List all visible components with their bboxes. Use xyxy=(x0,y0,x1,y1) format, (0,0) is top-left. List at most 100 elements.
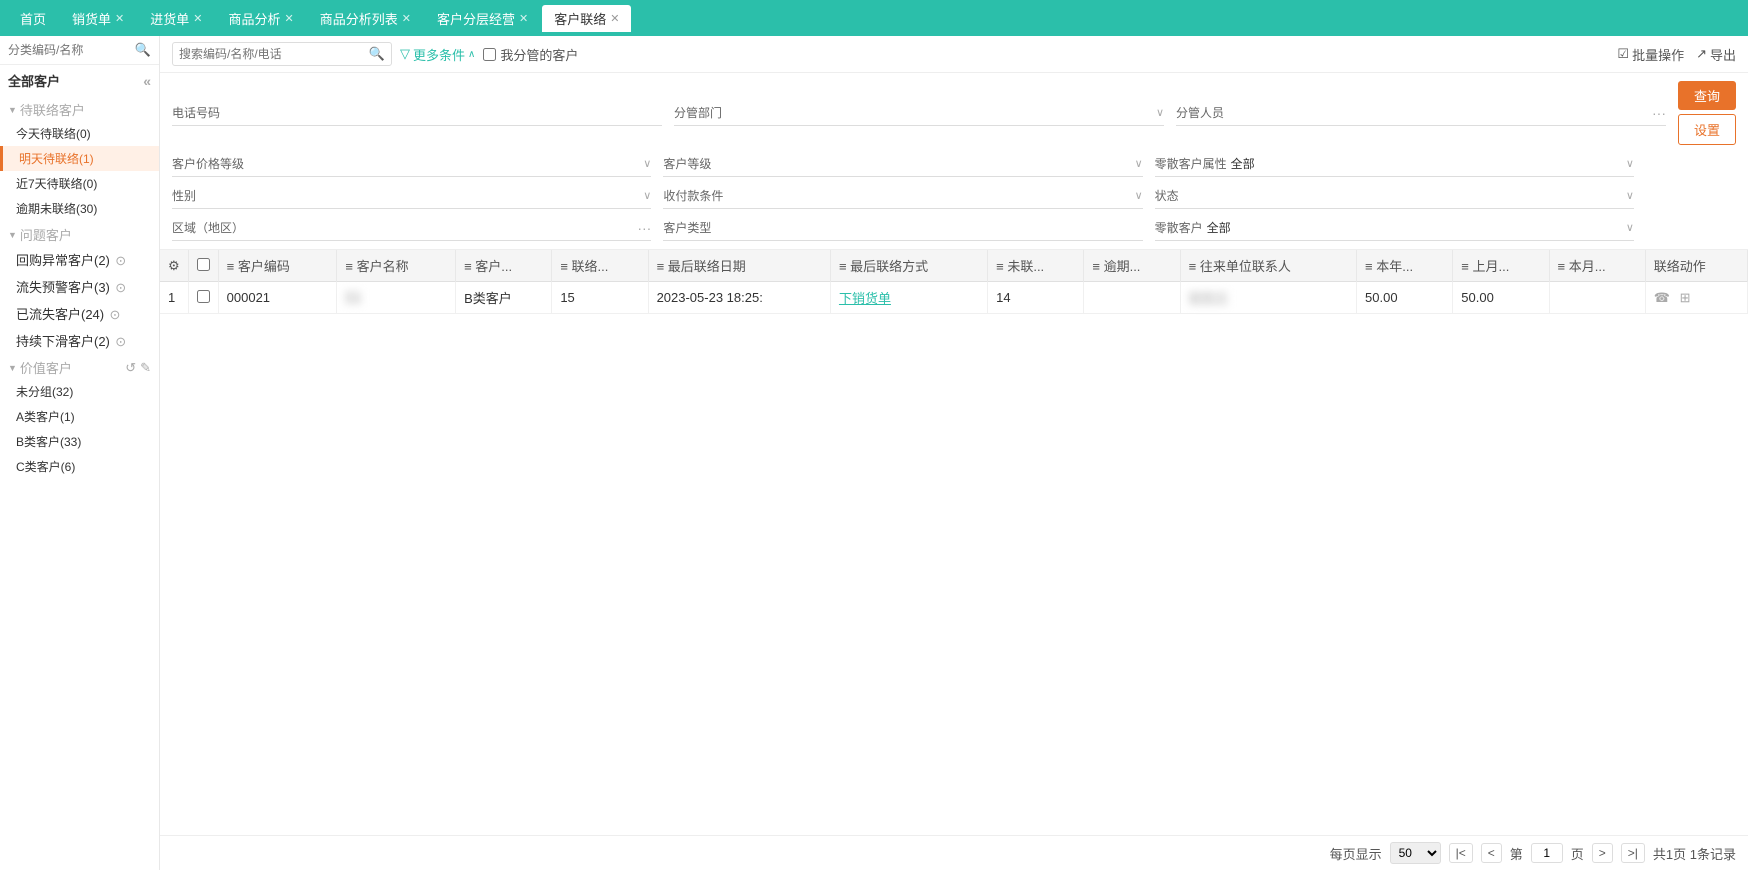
settings-button[interactable]: 设置 xyxy=(1678,114,1736,145)
td-this-month xyxy=(1549,282,1645,314)
select-all-checkbox[interactable] xyxy=(197,258,210,271)
nav-home[interactable]: 首页 xyxy=(8,5,58,32)
td-name: Ea xyxy=(337,282,456,314)
content-area: 🔍 ▽ 更多条件 ∧ 我分管的客户 ☑ 批量操作 ↗ 导出 xyxy=(160,36,1748,870)
sidebar-search-icon[interactable]: 🔍 xyxy=(135,42,151,58)
filter-row-4: 区域（地区） ··· 客户类型 零散客户 全部 ∨ xyxy=(172,215,1736,241)
next-page-btn[interactable]: > xyxy=(1592,843,1613,863)
sidebar-item-repurchase-abnormal[interactable]: 回购异常客户(2) ⊙ xyxy=(0,246,159,273)
search-bar: 🔍 ▽ 更多条件 ∧ 我分管的客户 ☑ 批量操作 ↗ 导出 xyxy=(160,36,1748,73)
close-sales-icon[interactable]: ✕ xyxy=(115,12,124,25)
td-checkbox xyxy=(188,282,218,314)
sidebar-item-week[interactable]: 近7天待联络(0) xyxy=(0,171,159,196)
th-gear[interactable]: ⚙ xyxy=(160,250,188,282)
action-phone-icon[interactable]: ☎ xyxy=(1654,290,1670,305)
person-more-icon[interactable]: ··· xyxy=(1652,105,1666,121)
query-button[interactable]: 查询 xyxy=(1678,81,1736,110)
sidebar-item-consecutive-decline[interactable]: 持续下滑客户(2) ⊙ xyxy=(0,327,159,354)
sidebar-all-customers[interactable]: 全部客户 « xyxy=(0,65,159,96)
close-analysis-icon[interactable]: ✕ xyxy=(285,12,294,25)
main-search-input[interactable] xyxy=(179,47,365,61)
sidebar-item-lost[interactable]: 已流失客户(24) ⊙ xyxy=(0,300,159,327)
close-customer-tier-icon[interactable]: ✕ xyxy=(519,12,528,25)
export-btn[interactable]: ↗ 导出 xyxy=(1696,45,1736,64)
more-filter-btn[interactable]: ▽ 更多条件 ∧ xyxy=(400,45,475,64)
filter-panel: 电话号码 分管部门 ∨ 分管人员 ··· 查询 设置 客户价格等级 xyxy=(160,73,1748,250)
th-type: ≡ 客户... xyxy=(456,250,552,282)
nav-sales[interactable]: 销货单 ✕ xyxy=(60,5,136,32)
first-page-btn[interactable]: |< xyxy=(1449,843,1473,863)
sidebar-collapse-icon[interactable]: « xyxy=(143,73,151,89)
price-level-dropdown-icon[interactable]: ∨ xyxy=(643,157,651,170)
th-last-contact-date: ≡ 最后联络日期 xyxy=(648,250,830,282)
phone-field: 电话号码 xyxy=(172,100,662,126)
prev-page-btn[interactable]: < xyxy=(1481,843,1502,863)
sidebar-item-lost-risk[interactable]: 流失预警客户(3) ⊙ xyxy=(0,273,159,300)
refresh-icon[interactable]: ↺ xyxy=(125,360,136,376)
sidebar-item-class-b[interactable]: B类客户(33) xyxy=(0,429,159,454)
row-checkbox[interactable] xyxy=(197,290,210,303)
dept-dropdown-icon[interactable]: ∨ xyxy=(1156,106,1164,119)
export-icon: ↗ xyxy=(1696,46,1707,62)
td-no-contact: 14 xyxy=(988,282,1084,314)
top-nav: 首页 销货单 ✕ 进货单 ✕ 商品分析 ✕ 商品分析列表 ✕ 客户分层经营 ✕ … xyxy=(0,0,1748,36)
sidebar-item-unclassified[interactable]: 未分组(32) xyxy=(0,379,159,404)
td-no: 1 xyxy=(160,282,188,314)
td-this-year: 50.00 xyxy=(1357,282,1453,314)
page-input[interactable] xyxy=(1531,843,1563,863)
td-last-contact-method[interactable]: 下销货单 xyxy=(830,282,987,314)
retail-attr-dropdown-icon[interactable]: ∨ xyxy=(1626,157,1634,170)
td-last-month: 50.00 xyxy=(1453,282,1549,314)
th-last-contact-method: ≡ 最后联络方式 xyxy=(830,250,987,282)
last-page-btn[interactable]: >| xyxy=(1621,843,1645,863)
region-more-icon[interactable]: ··· xyxy=(637,220,651,236)
toolbar-right: ☑ 批量操作 ↗ 导出 xyxy=(1617,45,1736,64)
gear-icon[interactable]: ⚙ xyxy=(168,258,180,273)
search-input-wrap: 🔍 xyxy=(172,42,392,66)
price-level-field: 客户价格等级 ∨ xyxy=(172,151,651,177)
batch-operations-btn[interactable]: ☑ 批量操作 xyxy=(1617,45,1684,64)
nav-analysis[interactable]: 商品分析 ✕ xyxy=(216,5,305,32)
retail-customer-field: 零散客户 全部 ∨ xyxy=(1155,215,1634,241)
edit-icon[interactable]: ✎ xyxy=(140,360,151,376)
sidebar-item-tomorrow[interactable]: 明天待联络(1) xyxy=(0,146,159,171)
sidebar-search-input[interactable] xyxy=(8,43,131,57)
sidebar-item-class-a[interactable]: A类客户(1) xyxy=(0,404,159,429)
gender-dropdown-icon[interactable]: ∨ xyxy=(643,189,651,202)
nav-analysis-table[interactable]: 商品分析列表 ✕ xyxy=(308,5,423,32)
th-last-month: ≡ 上月... xyxy=(1453,250,1549,282)
action-grid-icon[interactable]: ⊞ xyxy=(1680,290,1691,305)
page-size-select[interactable]: 50 100 200 xyxy=(1390,842,1441,864)
region-field: 区域（地区） ··· xyxy=(172,215,651,241)
filter-row-2: 客户价格等级 ∨ 客户等级 ∨ 零散客户属性 全部 ∨ xyxy=(172,151,1736,177)
td-type: B类客户 xyxy=(456,282,552,314)
main-search-icon[interactable]: 🔍 xyxy=(369,46,385,62)
problem-group-title: 问题客户 xyxy=(0,221,159,246)
sidebar-item-class-c[interactable]: C类客户(6) xyxy=(0,454,159,479)
nav-purchase[interactable]: 进货单 ✕ xyxy=(138,5,214,32)
my-customers-checkbox[interactable] xyxy=(483,48,496,61)
contact-method-link[interactable]: 下销货单 xyxy=(839,291,891,306)
status-dropdown-icon[interactable]: ∨ xyxy=(1626,189,1634,202)
th-action: 联络动作 xyxy=(1645,250,1747,282)
table-footer: 每页显示 50 100 200 |< < 第 页 > >| 共1页 1条记录 xyxy=(160,835,1748,870)
payment-dropdown-icon[interactable]: ∨ xyxy=(1135,189,1143,202)
th-checkbox xyxy=(188,250,218,282)
th-unit-contact: ≡ 往来单位联系人 xyxy=(1180,250,1356,282)
customer-type-field: 客户类型 xyxy=(663,215,1142,241)
sidebar-item-overdue[interactable]: 逾期未联络(30) xyxy=(0,196,159,221)
chevron-up-icon: ∧ xyxy=(468,49,475,60)
customer-level-dropdown-icon[interactable]: ∨ xyxy=(1135,157,1143,170)
sidebar-item-today[interactable]: 今天待联络(0) xyxy=(0,121,159,146)
nav-customer-contact[interactable]: 客户联络 ✕ xyxy=(542,5,631,32)
retail-customer-dropdown-icon[interactable]: ∨ xyxy=(1626,221,1634,234)
td-last-contact-date: 2023-05-23 18:25: xyxy=(648,282,830,314)
value-group-title: 价值客户 ↺ ✎ xyxy=(0,354,159,379)
nav-customer-tier[interactable]: 客户分层经营 ✕ xyxy=(425,5,540,32)
sidebar: 🔍 全部客户 « 待联络客户 今天待联络(0) 明天待联络(1) 近7天待联络(… xyxy=(0,36,160,870)
close-analysis-table-icon[interactable]: ✕ xyxy=(402,12,411,25)
close-customer-contact-icon[interactable]: ✕ xyxy=(610,12,619,25)
close-purchase-icon[interactable]: ✕ xyxy=(193,12,202,25)
filter-row-1: 电话号码 分管部门 ∨ 分管人员 ··· 查询 设置 xyxy=(172,81,1736,145)
gender-field: 性别 ∨ xyxy=(172,183,651,209)
